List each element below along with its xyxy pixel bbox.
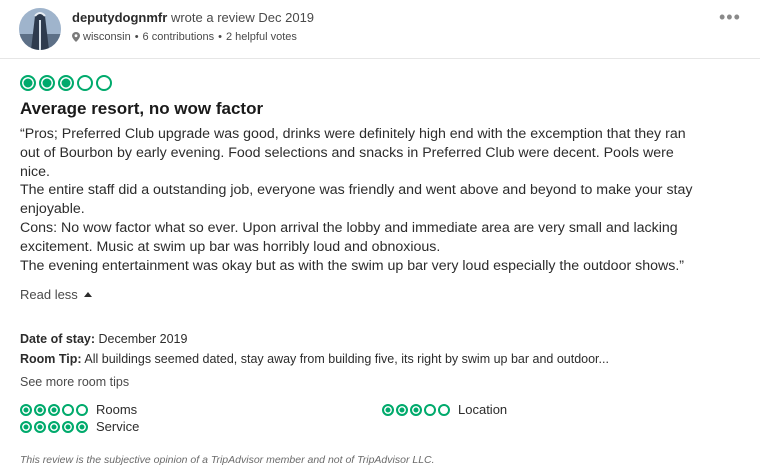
author-helpful-votes: 2 helpful votes: [225, 31, 297, 43]
empty-bubble-icon: [424, 403, 436, 416]
filled-bubble-icon: [58, 75, 74, 91]
wrote-review-text: wrote a review Dec 2019: [170, 10, 315, 25]
empty-bubble-icon: [76, 403, 88, 416]
filled-bubble-icon: [396, 403, 408, 416]
header-divider: [0, 58, 760, 59]
filled-bubble-icon: [48, 420, 60, 433]
review-line: “Pros; Preferred Club upgrade was good, …: [20, 126, 686, 142]
location-pin-icon: [72, 32, 80, 42]
sub-rating-label: Location: [458, 402, 508, 417]
sub-rating-label: Rooms: [96, 402, 138, 417]
empty-bubble-icon: [77, 75, 93, 91]
meta-separator: •: [134, 31, 139, 43]
read-less-button[interactable]: Read less: [20, 287, 92, 302]
avatar-image: [19, 8, 61, 50]
review-line: excitement. Music at swim up bar was hor…: [20, 238, 441, 255]
review-line: enjoyable.: [20, 201, 85, 218]
rooms-rating-bubbles: [20, 403, 88, 416]
filled-bubble-icon: [76, 420, 88, 433]
sub-rating-label: Service: [96, 419, 140, 434]
filled-bubble-icon: [20, 75, 36, 91]
location-rating-bubbles: [382, 403, 450, 416]
caret-up-icon: [83, 291, 92, 297]
review-body: “Pros; Preferred Club upgrade was good, …: [20, 125, 740, 275]
filled-bubble-icon: [39, 75, 55, 91]
see-more-room-tips-link[interactable]: See more room tips: [20, 375, 129, 389]
meta-separator: •: [218, 31, 222, 43]
filled-bubble-icon: [382, 403, 394, 416]
filled-bubble-icon: [34, 420, 46, 433]
review-title[interactable]: Average resort, no wow factor: [20, 99, 263, 119]
empty-bubble-icon: [62, 403, 74, 416]
filled-bubble-icon: [34, 403, 46, 416]
date-of-stay-value: December 2019: [98, 332, 188, 346]
author-location: wisconsin: [83, 31, 131, 43]
review-card: deputydognmfr wrote a review Dec 2019 wi…: [0, 0, 760, 471]
room-tip-label: Room Tip:: [20, 352, 82, 366]
review-line: The evening entertainment was okay but a…: [20, 257, 685, 274]
service-rating-bubbles: [20, 420, 88, 433]
overall-rating-bubbles: [20, 75, 112, 91]
sub-rating-location: Location: [382, 402, 507, 417]
date-of-stay: Date of stay: December 2019: [20, 332, 187, 346]
sub-rating-rooms: Rooms: [20, 402, 137, 417]
username-link[interactable]: deputydognmfr: [72, 10, 167, 25]
avatar[interactable]: [19, 8, 61, 50]
review-line: nice.: [20, 163, 50, 180]
empty-bubble-icon: [438, 403, 450, 416]
review-line: out of Bourbon by early evening. Food se…: [20, 144, 674, 161]
author-contributions: 6 contributions: [142, 31, 215, 43]
filled-bubble-icon: [62, 420, 74, 433]
room-tip-value: All buildings seemed dated, stay away fr…: [84, 352, 609, 366]
review-disclaimer: This review is the subjective opinion of…: [20, 454, 435, 466]
room-tip: Room Tip: All buildings seemed dated, st…: [20, 352, 609, 366]
read-less-label: Read less: [20, 287, 78, 302]
date-of-stay-label: Date of stay:: [20, 332, 96, 346]
filled-bubble-icon: [410, 403, 422, 416]
review-line: The entire staff did a outstanding job, …: [20, 182, 693, 199]
filled-bubble-icon: [48, 403, 60, 416]
empty-bubble-icon: [96, 75, 112, 91]
filled-bubble-icon: [20, 420, 32, 433]
more-options-icon[interactable]: •••: [719, 8, 741, 26]
filled-bubble-icon: [20, 403, 32, 416]
sub-rating-service: Service: [20, 419, 139, 434]
review-line: Cons: No wow factor what so ever. Upon a…: [20, 219, 678, 236]
author-meta: wisconsin • 6 contributions • 2 helpful …: [72, 31, 297, 43]
review-author-line: deputydognmfr wrote a review Dec 2019: [72, 10, 314, 25]
